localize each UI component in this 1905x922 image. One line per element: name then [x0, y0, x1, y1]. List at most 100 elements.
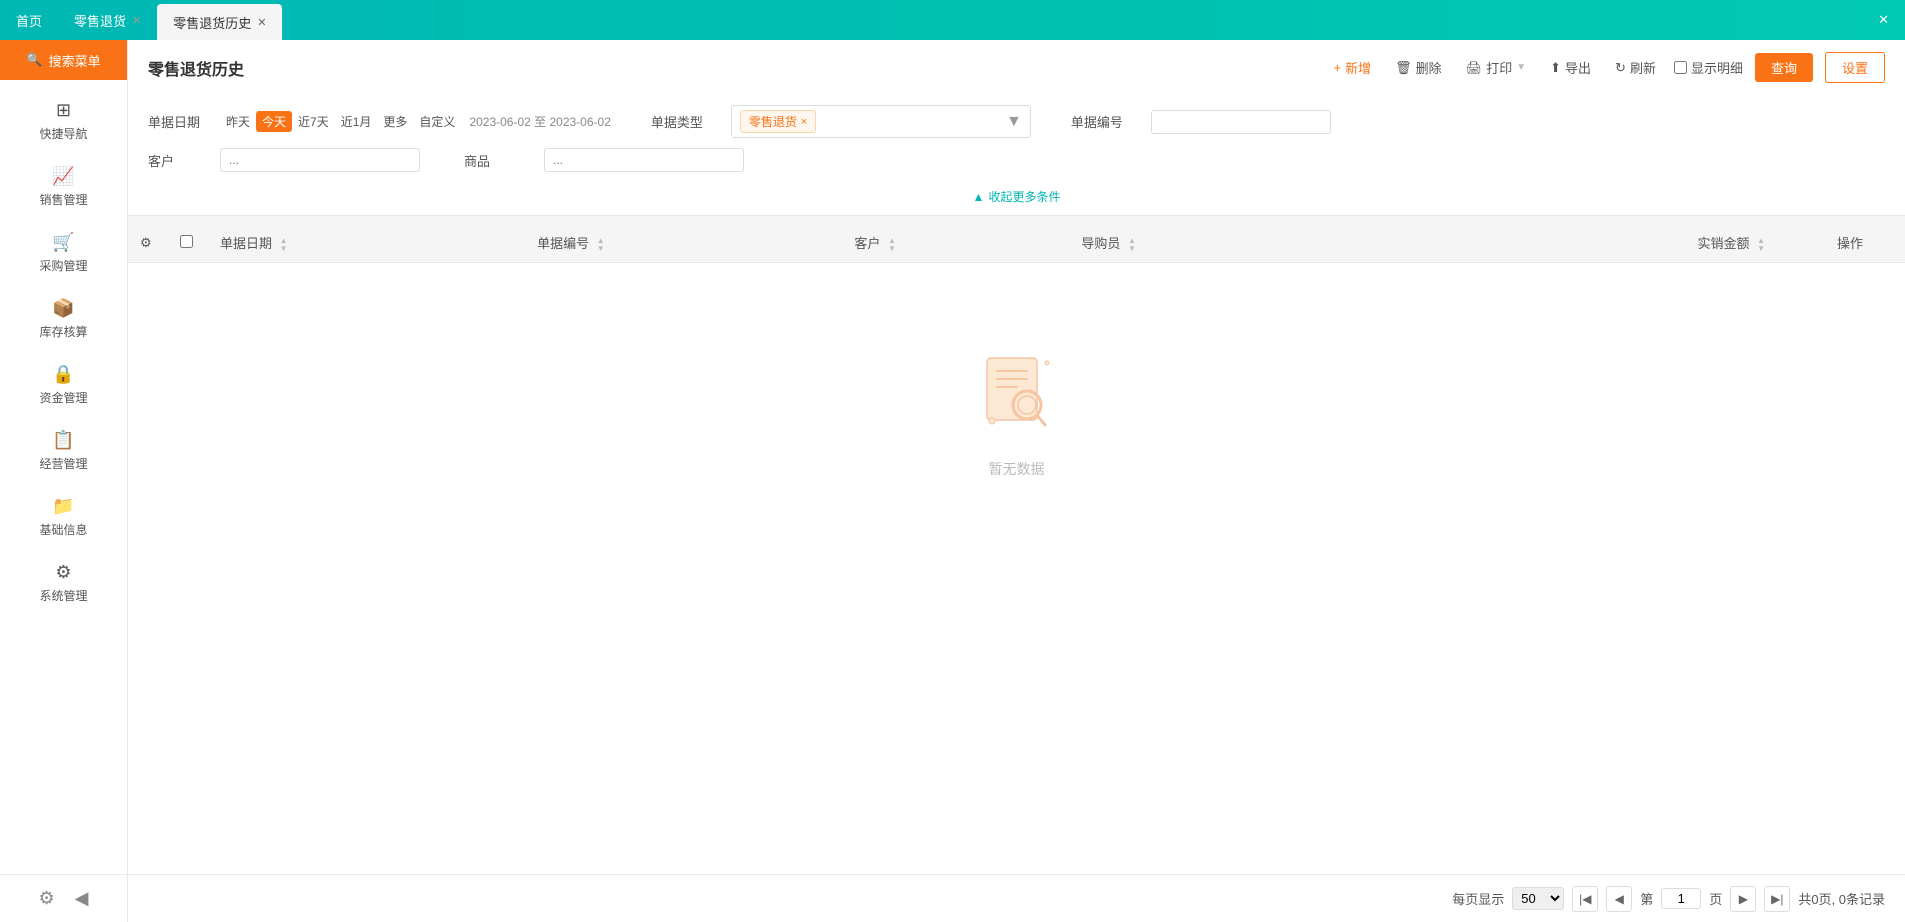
main-layout: 🔍 搜索菜单 ⊞ 快捷导航 📈 销售管理 🛒 采购管理 📦 库存核算 🔒 — [0, 40, 1905, 922]
amount-sort-icons: ▲▼ — [1757, 237, 1765, 253]
date-btn-custom[interactable]: 自定义 — [413, 111, 461, 132]
prev-page-button[interactable]: ◀ — [1606, 886, 1632, 912]
table-header-row: ⚙ 单据日期 ▲▼ 单据编号 — [128, 224, 1905, 262]
th-actions: 操作 — [1825, 224, 1905, 262]
empty-text: 暂无数据 — [989, 459, 1045, 479]
th-settings[interactable]: ⚙ — [128, 224, 168, 262]
sidebar-item-operation[interactable]: 📋 经营管理 — [0, 418, 127, 484]
sidebar-item-inventory[interactable]: 📦 库存核算 — [0, 286, 127, 352]
tab-home[interactable]: 零售退货历史 首页 — [0, 0, 58, 40]
collapse-button[interactable]: ▲ 收起更多条件 — [961, 182, 1073, 211]
page-header: 零售退货历史 + 新增 🗑 删除 🖨 打印 ▼ — [128, 40, 1905, 216]
filter-area: 单据日期 昨天 今天 近7天 近1月 更多 自定义 2023-06-02 至 2… — [148, 95, 1885, 215]
export-label: 导出 — [1565, 58, 1591, 77]
th-amount[interactable]: 实销金额 ▲▼ — [1342, 224, 1825, 262]
top-bar: 零售退货历史 首页 零售退货 ✕ 零售退货历史 ✕ ✕ — [0, 0, 1905, 40]
sidebar-item-label: 库存核算 — [39, 323, 87, 340]
type-dropdown-arrow: ▼ — [1006, 113, 1022, 131]
empty-illustration — [967, 343, 1067, 443]
filter-row-customer: 客户 商品 — [148, 148, 1885, 172]
new-button[interactable]: + 新增 — [1328, 54, 1378, 81]
display-toggle-label: 显示明细 — [1691, 58, 1743, 77]
display-toggle-checkbox[interactable] — [1674, 61, 1687, 74]
query-button[interactable]: 查询 — [1755, 53, 1813, 82]
delete-label: 删除 — [1416, 58, 1442, 77]
sidebar: 🔍 搜索菜单 ⊞ 快捷导航 📈 销售管理 🛒 采购管理 📦 库存核算 🔒 — [0, 40, 128, 922]
th-number[interactable]: 单据编号 ▲▼ — [525, 224, 842, 262]
sidebar-item-basic-info[interactable]: 📁 基础信息 — [0, 484, 127, 550]
number-filter-input[interactable] — [1151, 110, 1331, 134]
collapse-label: 收起更多条件 — [988, 188, 1060, 205]
export-icon: ⬆ — [1550, 60, 1561, 76]
refresh-button[interactable]: ↻ 刷新 — [1609, 54, 1662, 81]
settings-icon[interactable]: ⚙ — [39, 888, 55, 909]
type-tag-value: 零售退货 — [749, 113, 797, 130]
date-btn-more[interactable]: 更多 — [377, 111, 413, 132]
th-guide[interactable]: 导购员 ▲▼ — [1069, 224, 1341, 262]
type-dropdown[interactable]: 零售退货 × ▼ — [731, 105, 1031, 138]
date-btn-yesterday[interactable]: 昨天 — [220, 111, 256, 132]
page-title-bar: 零售退货历史 + 新增 🗑 删除 🖨 打印 ▼ — [148, 52, 1885, 83]
date-filter-label: 单据日期 — [148, 112, 220, 131]
system-icon: ⚙ — [55, 562, 71, 583]
collapse-row: ▲ 收起更多条件 — [148, 182, 1885, 215]
sidebar-search[interactable]: 🔍 搜索菜单 — [0, 40, 127, 80]
date-filters: 昨天 今天 近7天 近1月 更多 自定义 — [220, 111, 461, 132]
sidebar-menu: ⊞ 快捷导航 📈 销售管理 🛒 采购管理 📦 库存核算 🔒 资金管理 📋 — [0, 80, 127, 874]
page-number-input[interactable] — [1661, 888, 1701, 909]
delete-icon: 🗑 — [1395, 60, 1412, 76]
new-label: 新增 — [1345, 58, 1371, 77]
last-page-button[interactable]: ▶| — [1764, 886, 1790, 912]
sidebar-item-label: 经营管理 — [39, 455, 87, 472]
page-size-select[interactable]: 10 20 50 100 — [1512, 887, 1564, 910]
close-tab-retail-return-history[interactable]: ✕ — [257, 16, 266, 29]
customer-filter-label: 客户 — [148, 151, 220, 170]
collapse-sidebar-icon[interactable]: ◀ — [75, 888, 89, 909]
delete-button[interactable]: 🗑 删除 — [1389, 54, 1448, 81]
quick-nav-icon: ⊞ — [56, 100, 71, 121]
empty-state: 暂无数据 — [128, 263, 1905, 559]
sidebar-item-label: 资金管理 — [39, 389, 87, 406]
number-filter-group: 单据编号 — [1071, 110, 1331, 134]
inventory-icon: 📦 — [52, 298, 74, 319]
sales-icon: 📈 — [52, 166, 74, 187]
sidebar-item-label: 系统管理 — [39, 587, 87, 604]
basic-info-icon: 📁 — [52, 496, 74, 517]
th-customer[interactable]: 客户 ▲▼ — [842, 224, 1069, 262]
setting-button[interactable]: 设置 — [1825, 52, 1885, 83]
select-all-checkbox[interactable] — [180, 235, 193, 248]
collapse-icon: ▲ — [973, 190, 985, 204]
toolbar: + 新增 🗑 删除 🖨 打印 ▼ ⬆ 导出 — [1328, 52, 1885, 83]
goods-filter-label: 商品 — [464, 151, 536, 170]
page-size-label: 每页显示 — [1452, 889, 1504, 908]
sidebar-item-sales[interactable]: 📈 销售管理 — [0, 154, 127, 220]
search-icon: 🔍 — [26, 52, 42, 68]
date-btn-1month[interactable]: 近1月 — [335, 111, 378, 132]
guide-sort-icons: ▲▼ — [1128, 237, 1136, 253]
print-label: 打印 — [1486, 58, 1512, 77]
date-btn-7days[interactable]: 近7天 — [292, 111, 335, 132]
customer-filter-input[interactable] — [220, 148, 420, 172]
display-toggle: 显示明细 — [1674, 58, 1743, 77]
sidebar-item-system[interactable]: ⚙ 系统管理 — [0, 550, 127, 616]
sidebar-item-label: 采购管理 — [39, 257, 87, 274]
sidebar-item-quick-nav[interactable]: ⊞ 快捷导航 — [0, 88, 127, 154]
sidebar-item-purchase[interactable]: 🛒 采购管理 — [0, 220, 127, 286]
first-page-button[interactable]: |◀ — [1572, 886, 1598, 912]
print-dropdown-icon: ▼ — [1516, 62, 1526, 73]
page-title: 零售退货历史 — [148, 56, 244, 80]
next-page-button[interactable]: ▶ — [1730, 886, 1756, 912]
export-button[interactable]: ⬆ 导出 — [1544, 54, 1597, 81]
date-btn-today[interactable]: 今天 — [256, 111, 292, 132]
goods-filter-group: 商品 — [464, 148, 744, 172]
window-close-button[interactable]: ✕ — [1878, 12, 1889, 28]
th-date[interactable]: 单据日期 ▲▼ — [208, 224, 525, 262]
sidebar-item-finance[interactable]: 🔒 资金管理 — [0, 352, 127, 418]
close-tab-retail-return[interactable]: ✕ — [132, 14, 141, 27]
th-checkbox[interactable] — [168, 224, 208, 262]
print-button[interactable]: 🖨 打印 ▼ — [1460, 54, 1532, 81]
type-tag-close[interactable]: × — [801, 116, 807, 128]
goods-filter-input[interactable] — [544, 148, 744, 172]
tab-retail-return-history[interactable]: 零售退货历史 ✕ — [157, 4, 282, 40]
tab-retail-return[interactable]: 零售退货 ✕ — [58, 0, 157, 40]
